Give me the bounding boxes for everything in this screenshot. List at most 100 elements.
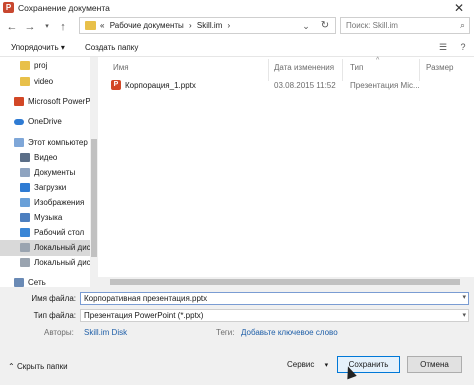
downloads-icon [20,183,30,192]
nav-item-label: proj [34,61,48,70]
column-header-type[interactable]: Тип [350,63,363,72]
video-icon [20,153,30,162]
nav-item-downloads[interactable]: Загрузки [0,180,92,196]
folder-icon [20,77,30,86]
nav-item-documents[interactable]: Документы [0,165,92,181]
nav-item-proj[interactable]: proj [0,58,92,74]
cancel-button[interactable]: Отмена [407,356,462,373]
hide-folders-label: Скрыть папки [16,362,68,371]
chevron-down-icon[interactable]: ▾ [462,310,466,321]
nav-item-video[interactable]: video [0,74,92,90]
breadcrumb-item-work-docs[interactable]: Рабочие документы [110,21,184,30]
powerpoint-icon [14,97,24,106]
breadcrumb-item-skill[interactable]: Skill.im [197,21,222,30]
nav-item-label: Microsoft PowerP [28,97,91,106]
nav-item-label: Локальный дис [34,243,91,252]
forward-arrow-icon[interactable]: → [24,21,36,33]
nav-item-desktop[interactable]: Рабочий стол [0,225,92,241]
pictures-icon [20,198,30,207]
service-menu[interactable]: Сервис ▾ [287,360,328,369]
column-header-size[interactable]: Размер [426,63,454,72]
nav-item-label: Этот компьютер [28,138,88,147]
search-field[interactable]: ⌕ [340,17,470,34]
table-row[interactable]: P Корпорация_1.pptx 03.08.2015 11:52 Пре… [108,77,458,93]
search-icon[interactable]: ⌕ [460,20,465,31]
nav-item-label: Рабочий стол [34,228,85,237]
nav-item-label: Загрузки [34,183,67,192]
nav-item-powerpoint[interactable]: Microsoft PowerP [0,94,92,110]
network-icon [14,278,24,287]
drive-icon [20,258,30,267]
nav-item-videos[interactable]: Видео [0,150,92,166]
authors-label: Авторы: [44,328,74,337]
nav-item-label: video [34,77,54,86]
nav-item-label: Музыка [34,213,63,222]
chevron-up-icon: ⌃ [8,362,15,371]
filetype-label: Тип файла: [33,311,76,320]
tags-label: Теги: [216,328,235,337]
filetype-value: Презентация PowerPoint (*.pptx) [84,311,204,320]
navigation-pane: proj video Microsoft PowerP OneDrive Это… [0,57,98,287]
filename-label: Имя файла: [31,294,76,303]
toolbar: Упорядочить ▾ Создать папку ☰ ? [0,38,474,57]
breadcrumb-separator[interactable]: › [228,21,231,30]
close-icon[interactable]: ✕ [444,0,474,16]
documents-icon [20,168,30,177]
refresh-icon[interactable]: ↻ [316,19,334,33]
nav-item-pictures[interactable]: Изображения [0,195,92,211]
chevron-down-icon: ▾ [324,362,329,369]
cloud-icon [14,119,24,125]
chevron-down-icon[interactable]: ▾ [462,293,466,301]
nav-item-this-pc[interactable]: Этот компьютер [0,135,92,151]
service-label: Сервис [287,360,315,369]
nav-item-onedrive[interactable]: OneDrive [0,114,92,130]
powerpoint-file-icon: P [111,80,121,90]
breadcrumb-separator[interactable]: › [189,21,192,30]
help-icon[interactable]: ? [456,41,470,54]
window-title: Сохранение документа [18,3,110,13]
chevron-down-icon[interactable]: ⌄ [299,19,313,33]
up-arrow-icon[interactable]: ↑ [57,21,69,33]
column-header-date[interactable]: Дата изменения [274,63,334,72]
nav-scrollbar-thumb[interactable] [91,139,97,257]
folder-icon [85,21,96,30]
column-header-name[interactable]: Имя [113,63,129,72]
search-input[interactable] [341,18,449,33]
nav-item-label: Изображения [34,198,85,207]
breadcrumb: « Рабочие документы › Skill.im › [100,21,233,30]
breadcrumb-overflow[interactable]: « [100,21,104,30]
music-icon [20,213,30,222]
horizontal-scrollbar-thumb[interactable] [110,279,460,285]
nav-item-local-disk[interactable]: Локальный дис [0,240,92,256]
back-arrow-icon[interactable]: ← [6,21,18,33]
view-options-icon[interactable]: ☰ [436,41,450,54]
authors-value[interactable]: Skill.im Disk [84,328,127,337]
tags-value[interactable]: Добавьте ключевое слово [241,328,338,337]
nav-item-label: Видео [34,153,58,162]
filetype-select[interactable]: Презентация PowerPoint (*.pptx) ▾ [80,309,469,322]
filename-input[interactable] [81,293,468,304]
nav-item-label: Локальный дис [34,258,91,267]
drive-icon [20,243,30,252]
desktop-icon [20,228,30,237]
computer-icon [14,138,24,147]
organize-button[interactable]: Упорядочить ▾ [11,43,65,52]
nav-item-music[interactable]: Музыка [0,210,92,226]
nav-item-local-disk-2[interactable]: Локальный дис [0,255,92,271]
new-folder-button[interactable]: Создать папку [85,43,138,52]
address-bar[interactable]: « Рабочие документы › Skill.im › ⌄ ↻ [79,17,336,34]
file-date: 03.08.2015 11:52 [274,81,336,90]
nav-item-label: OneDrive [28,117,62,126]
filename-field[interactable]: ▾ [80,292,469,305]
title-bar: P Сохранение документа ✕ [0,0,474,16]
sort-arrow-icon: ^ [376,57,380,64]
powerpoint-app-icon: P [3,2,14,13]
hide-folders-toggle[interactable]: ⌃ Скрыть папки [8,362,68,371]
nav-item-label: Документы [34,168,76,177]
recent-locations-icon[interactable]: ▾ [41,21,53,33]
file-name: Корпорация_1.pptx [125,81,196,90]
nav-item-label: Сеть [28,278,46,287]
folder-icon [20,61,30,70]
nav-item-network[interactable]: Сеть [0,275,92,287]
file-type: Презентация Mic... [350,81,420,90]
